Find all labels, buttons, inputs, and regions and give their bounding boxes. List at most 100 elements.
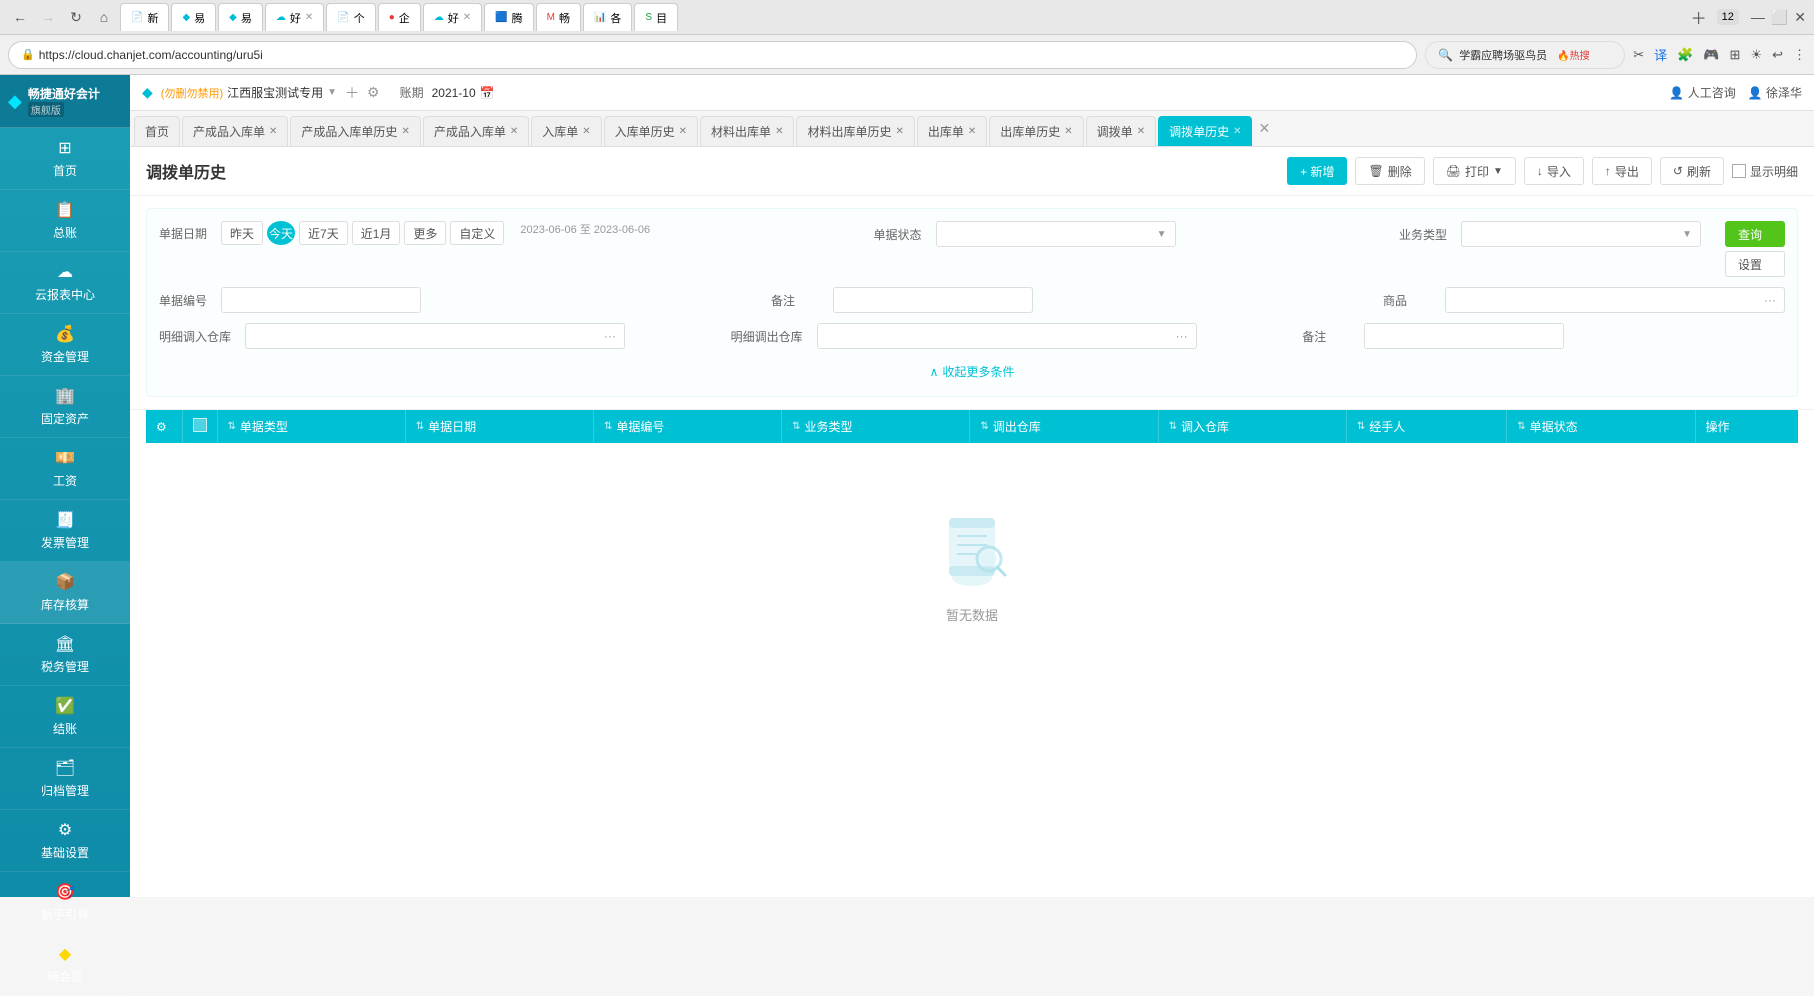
tab-out-hist-close[interactable]: ✕ (1064, 126, 1072, 137)
remark-input[interactable] (833, 287, 1033, 313)
address-bar[interactable]: 🔒 https://cloud.chanjet.com/accounting/u… (8, 41, 1417, 69)
browser-tab-2[interactable]: ◆易 (171, 3, 216, 31)
th-in-warehouse[interactable]: ⇅ 调入仓库 (1158, 410, 1346, 443)
settings-btn[interactable]: ⚙ (367, 84, 380, 101)
undo-icon[interactable]: ↩ (1772, 47, 1783, 63)
biz-type-dropdown[interactable]: ▼ (1461, 221, 1701, 247)
sidebar-item-invoice[interactable]: 🧾 发票管理 (0, 500, 130, 562)
import-btn[interactable]: ↓ 导入 (1524, 157, 1584, 185)
browser-tab-6[interactable]: ●企 (378, 3, 421, 31)
browser-tab-8[interactable]: 🟦腾 (484, 3, 533, 31)
doc-no-input[interactable] (221, 287, 421, 313)
table-settings-icon[interactable]: ⚙ (156, 420, 167, 434)
remark2-input[interactable] (1364, 323, 1564, 349)
date-custom[interactable]: 自定义 (450, 221, 504, 245)
tab-out-close[interactable]: ✕ (968, 126, 976, 137)
sidebar-item-home[interactable]: ⊞ 首页 (0, 128, 130, 190)
display-checkbox[interactable] (1732, 164, 1746, 178)
browser-tab-1[interactable]: 📄新 (120, 3, 169, 31)
th-out-warehouse[interactable]: ⇅ 调出仓库 (970, 410, 1158, 443)
date-today[interactable]: 今天 (267, 221, 295, 245)
sidebar-item-inventory[interactable]: 📦 库存核算 (0, 562, 130, 624)
browser-forward[interactable]: → (36, 5, 60, 29)
tab-transfer[interactable]: 调拨单 ✕ (1086, 116, 1156, 146)
add-btn[interactable]: + 新增 (1287, 157, 1347, 185)
goods-selector[interactable]: ··· (1445, 287, 1785, 313)
tab-mat-out-close[interactable]: ✕ (775, 126, 783, 137)
browser-tab-5[interactable]: 📄个 (326, 3, 375, 31)
date-more[interactable]: 更多 (404, 221, 446, 245)
company-selector[interactable]: (勿删勿禁用) 江西服宝测试专用 ▼ (161, 84, 337, 101)
tab-prod-in-2[interactable]: 产成品入库单 ✕ (423, 116, 529, 146)
delete-btn[interactable]: 🗑 删除 (1355, 157, 1424, 185)
tab-home[interactable]: 首页 (134, 116, 180, 146)
th-doc-type[interactable]: ⇅ 单据类型 (217, 410, 405, 443)
browser-tab-10[interactable]: 📊各 (583, 3, 632, 31)
th-checkbox[interactable] (182, 410, 217, 443)
tab-transfer-close[interactable]: ✕ (1137, 126, 1145, 137)
sidebar-item-tax[interactable]: 🏛 税务管理 (0, 624, 130, 686)
maximize-btn[interactable]: ⬜ (1771, 9, 1788, 26)
browser-tab-3[interactable]: ◆易 (218, 3, 263, 31)
tab-prod-in-hist[interactable]: 产成品入库单历史 ✕ (290, 116, 420, 146)
tab-in-hist-close[interactable]: ✕ (679, 126, 687, 137)
collapse-btn[interactable]: ∧ 收起更多条件 (159, 359, 1785, 384)
query-btn[interactable]: 查询 (1725, 221, 1785, 247)
minimize-btn[interactable]: — (1751, 9, 1765, 26)
sidebar-item-guide[interactable]: 🎯 新手引导 (0, 872, 130, 934)
tab-prod-in[interactable]: 产成品入库单 ✕ (182, 116, 288, 146)
sidebar-item-vip[interactable]: ◆ 畅会员 (0, 934, 130, 996)
sidebar-item-close[interactable]: ✅ 结账 (0, 686, 130, 748)
browser-search[interactable]: 🔍 学霸应聘场驱鸟员 🔥热搜 (1425, 41, 1625, 69)
date-7days[interactable]: 近7天 (299, 221, 348, 245)
translate-icon[interactable]: 译 (1654, 45, 1667, 64)
tab-prod-in-2-close[interactable]: ✕ (510, 126, 518, 137)
browser-home[interactable]: ⌂ (92, 5, 116, 29)
browser-tab-4[interactable]: ☁好✕ (265, 3, 324, 31)
detail-in-selector[interactable]: ··· (245, 323, 625, 349)
new-tab-btn[interactable]: ＋ (1685, 5, 1713, 29)
table-checkbox[interactable] (193, 418, 207, 432)
user-btn[interactable]: 👤 徐泽华 (1748, 84, 1802, 101)
browser-tab-11[interactable]: S目 (634, 3, 678, 31)
tab-transfer-hist-close[interactable]: ✕ (1233, 126, 1241, 137)
sidebar-item-report[interactable]: ☁ 云报表中心 (0, 252, 130, 314)
detail-out-selector[interactable]: ··· (817, 323, 1197, 349)
scissors-icon[interactable]: ✂ (1633, 47, 1644, 63)
th-doc-no[interactable]: ⇅ 单据编号 (593, 410, 781, 443)
th-settings[interactable]: ⚙ (146, 410, 182, 443)
sun-icon[interactable]: ☀ (1750, 47, 1762, 63)
tab-mat-out-hist[interactable]: 材料出库单历史 ✕ (796, 116, 914, 146)
consult-btn[interactable]: 👤 人工咨询 (1669, 84, 1735, 101)
tab-bar-close[interactable]: ✕ (1258, 120, 1270, 137)
grid-icon[interactable]: ⊞ (1730, 47, 1741, 63)
sidebar-item-assets[interactable]: 🏢 固定资产 (0, 376, 130, 438)
gamepad-icon[interactable]: 🎮 (1703, 47, 1719, 63)
tab-prod-in-close[interactable]: ✕ (269, 126, 277, 137)
extensions-icon[interactable]: 🧩 (1677, 47, 1693, 63)
close-btn[interactable]: ✕ (1794, 9, 1806, 26)
sidebar-item-funds[interactable]: 💰 资金管理 (0, 314, 130, 376)
tab-in[interactable]: 入库单 ✕ (531, 116, 601, 146)
display-switch[interactable]: 显示明细 (1732, 163, 1798, 180)
browser-refresh[interactable]: ↻ (64, 5, 88, 29)
menu-icon[interactable]: ⋮ (1793, 47, 1806, 63)
tab-out-hist[interactable]: 出库单历史 ✕ (989, 116, 1083, 146)
date-1month[interactable]: 近1月 (352, 221, 401, 245)
tab-prod-in-hist-close[interactable]: ✕ (401, 126, 409, 137)
th-doc-date[interactable]: ⇅ 单据日期 (405, 410, 593, 443)
sidebar-item-settings[interactable]: ⚙ 基础设置 (0, 810, 130, 872)
th-status[interactable]: ⇅ 单据状态 (1507, 410, 1695, 443)
print-btn[interactable]: 🖨 打印 ▼ (1433, 157, 1516, 185)
tab-out[interactable]: 出库单 ✕ (917, 116, 987, 146)
browser-tab-7[interactable]: ☁好✕ (423, 3, 482, 31)
refresh-btn[interactable]: ↺ 刷新 (1660, 157, 1724, 185)
add-company-btn[interactable]: ＋ (345, 83, 359, 103)
sidebar-item-ledger[interactable]: 📋 总账 (0, 190, 130, 252)
th-handler[interactable]: ⇅ 经手人 (1346, 410, 1506, 443)
browser-back[interactable]: ← (8, 5, 32, 29)
date-yesterday[interactable]: 昨天 (221, 221, 263, 245)
sidebar-item-archive[interactable]: 🗂 归档管理 (0, 748, 130, 810)
period-value[interactable]: 2021-10 📅 (432, 86, 495, 100)
status-dropdown[interactable]: ▼ (936, 221, 1176, 247)
